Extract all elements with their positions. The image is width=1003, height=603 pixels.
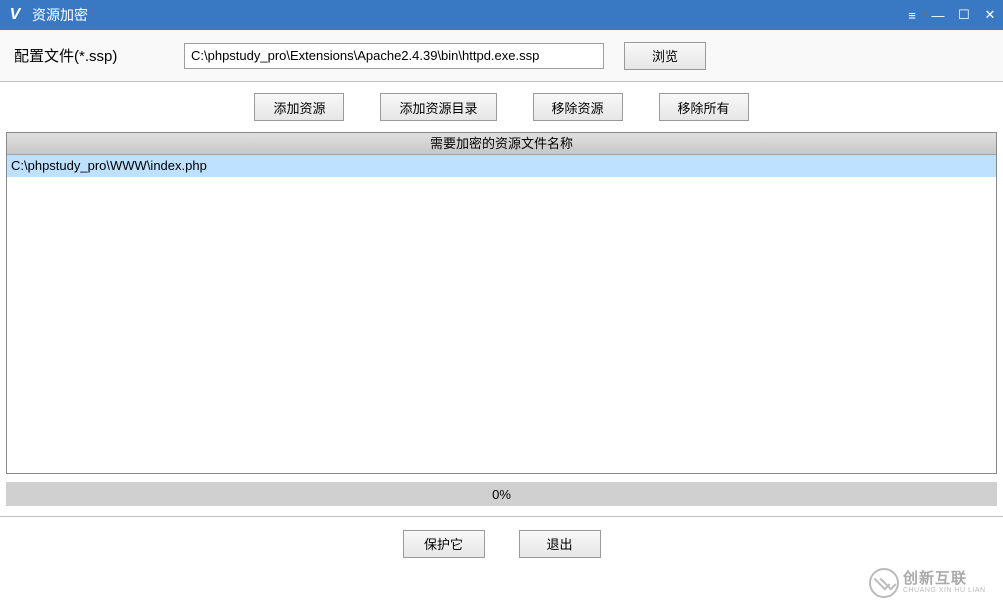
browse-button[interactable]: 浏览 <box>624 42 706 70</box>
resource-list: 需要加密的资源文件名称 C:\phpstudy_pro\WWW\index.ph… <box>6 132 997 474</box>
remove-all-button[interactable]: 移除所有 <box>659 93 749 121</box>
footer-row: 保护它 退出 <box>0 516 1003 570</box>
watermark: 创新互联 CHUANG XIN HU LIAN <box>863 563 1003 603</box>
window-controls: ≡ — ☐ ✕ <box>899 0 1003 30</box>
minimize-icon[interactable]: — <box>925 0 951 30</box>
action-button-row: 添加资源 添加资源目录 移除资源 移除所有 <box>0 82 1003 132</box>
app-icon: V <box>6 6 24 24</box>
config-row: 配置文件(*.ssp) 浏览 <box>0 30 1003 82</box>
list-body[interactable]: C:\phpstudy_pro\WWW\index.php <box>7 155 996 473</box>
add-resource-button[interactable]: 添加资源 <box>254 93 344 121</box>
watermark-cn: 创新互联 <box>903 571 986 588</box>
list-header: 需要加密的资源文件名称 <box>7 133 996 155</box>
config-label: 配置文件(*.ssp) <box>14 45 164 66</box>
protect-button[interactable]: 保护它 <box>403 530 485 558</box>
config-path-input[interactable] <box>184 43 604 69</box>
maximize-icon[interactable]: ☐ <box>951 0 977 30</box>
watermark-en: CHUANG XIN HU LIAN <box>903 587 986 595</box>
exit-button[interactable]: 退出 <box>519 530 601 558</box>
add-resource-dir-button[interactable]: 添加资源目录 <box>380 93 496 121</box>
list-item[interactable]: C:\phpstudy_pro\WWW\index.php <box>7 155 996 177</box>
window-title: 资源加密 <box>32 5 899 25</box>
close-icon[interactable]: ✕ <box>977 0 1003 30</box>
watermark-text: 创新互联 CHUANG XIN HU LIAN <box>903 571 986 595</box>
progress-text: 0% <box>492 487 511 502</box>
watermark-logo-icon <box>869 568 899 598</box>
progress-bar: 0% <box>6 482 997 506</box>
titlebar: V 资源加密 ≡ — ☐ ✕ <box>0 0 1003 30</box>
remove-resource-button[interactable]: 移除资源 <box>533 93 623 121</box>
menu-icon[interactable]: ≡ <box>899 0 925 30</box>
